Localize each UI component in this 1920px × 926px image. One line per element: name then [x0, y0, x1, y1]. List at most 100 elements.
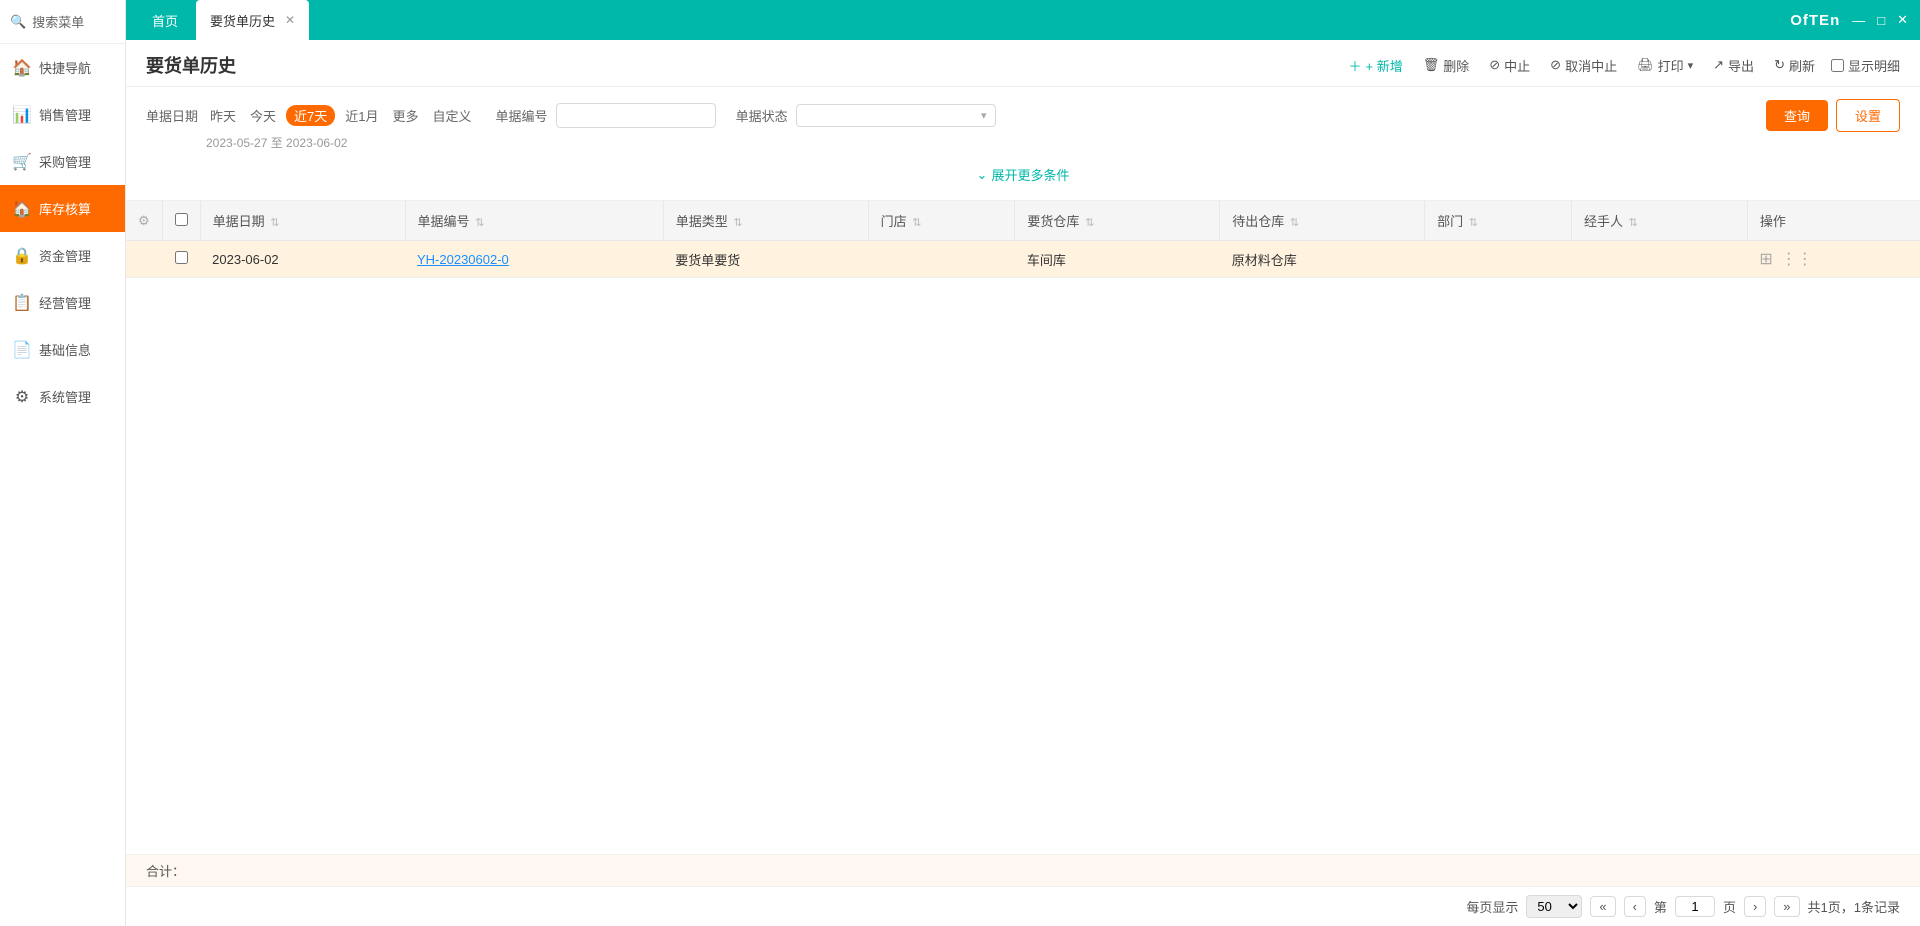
sort-pending-wh-icon[interactable]: ⇅ — [1290, 217, 1299, 229]
select-all-checkbox[interactable] — [175, 213, 188, 226]
docno-input[interactable] — [556, 103, 716, 128]
topbar: 首页 要货单历史 ✕ OfTEn — □ ✕ — [126, 0, 1920, 40]
row-req-warehouse: 车间库 — [1015, 241, 1220, 278]
expand-more-button[interactable]: ⌄ 展开更多条件 — [146, 161, 1900, 188]
table-row: 2023-06-02 YH-20230602-0 要货单要货 车间库 原材料仓库 — [126, 241, 1920, 278]
status-filter-group: 单据状态 ▾ — [736, 104, 996, 127]
ops-view-icon[interactable]: ⊞ — [1759, 249, 1772, 269]
total-info: 共1页，1条记录 — [1808, 897, 1900, 916]
sidebar-item-system[interactable]: ⚙ 系统管理 — [0, 373, 125, 420]
print-dropdown-icon: ▾ — [1688, 59, 1694, 72]
status-filter-label: 单据状态 — [736, 106, 788, 125]
prev-page-button[interactable]: ‹ — [1624, 896, 1646, 917]
chevron-down-icon: ⌄ — [977, 167, 988, 183]
col-handler: 经手人 ⇅ — [1571, 201, 1747, 241]
brand-label: OfTEn — [1790, 12, 1840, 29]
display-detail-toggle[interactable]: 显示明细 — [1831, 56, 1900, 75]
ops-more-icon[interactable]: ⋮⋮ — [1781, 249, 1813, 269]
cart-icon: 🛒 — [13, 153, 31, 171]
print-button[interactable]: 🖨 打印 ▾ — [1633, 54, 1697, 77]
shortcut-7days[interactable]: 近7天 — [286, 105, 335, 126]
tab-close-icon[interactable]: ✕ — [285, 13, 295, 27]
shortcut-more[interactable]: 更多 — [389, 105, 423, 126]
setting-button[interactable]: 设置 — [1836, 99, 1900, 132]
page-size-select[interactable]: 50 10 20 100 — [1526, 895, 1582, 918]
row-handler — [1571, 241, 1747, 278]
row-ops-cell: ⊞ ⋮⋮ — [1747, 241, 1920, 278]
page-suffix: 页 — [1723, 897, 1736, 916]
sort-date-icon[interactable]: ⇅ — [270, 217, 279, 229]
data-table: ⚙ 单据日期 ⇅ 单据编号 ⇅ 单据类型 — [126, 201, 1920, 278]
col-department: 部门 ⇅ — [1425, 201, 1572, 241]
main-area: 首页 要货单历史 ✕ OfTEn — □ ✕ 要货单历史 ＋ + 新增 🗑 — [126, 0, 1920, 926]
last-page-button[interactable]: » — [1774, 896, 1799, 917]
sort-req-wh-icon[interactable]: ⇅ — [1085, 217, 1094, 229]
topbar-right: OfTEn — □ ✕ — [1790, 12, 1908, 29]
minimize-icon[interactable]: — — [1852, 13, 1865, 28]
sort-store-icon[interactable]: ⇅ — [912, 217, 921, 229]
sidebar: 🔍 搜索菜单 🏠 快捷导航 📊 销售管理 🛒 采购管理 🏠 库存核算 🔒 资金管… — [0, 0, 126, 926]
date-range-display: 2023-05-27 至 2023-06-02 — [206, 134, 1900, 151]
refresh-button[interactable]: ↻ 刷新 — [1770, 54, 1819, 77]
sidebar-item-finance[interactable]: 🔒 资金管理 — [0, 232, 125, 279]
shortcut-custom[interactable]: 自定义 — [429, 105, 476, 126]
col-store: 门店 ⇅ — [868, 201, 1015, 241]
col-req-warehouse: 要货仓库 ⇅ — [1015, 201, 1220, 241]
sidebar-item-sales[interactable]: 📊 销售管理 — [0, 91, 125, 138]
sort-docno-icon[interactable]: ⇅ — [475, 217, 484, 229]
row-docno: YH-20230602-0 — [405, 241, 663, 278]
close-window-icon[interactable]: ✕ — [1897, 12, 1908, 28]
shortcut-today[interactable]: 今天 — [246, 105, 280, 126]
tab-home[interactable]: 首页 — [138, 0, 192, 40]
sidebar-item-operation[interactable]: 📋 经营管理 — [0, 279, 125, 326]
sort-dept-icon[interactable]: ⇅ — [1469, 217, 1478, 229]
col-settings[interactable]: ⚙ — [126, 201, 162, 241]
sidebar-search-label: 搜索菜单 — [32, 12, 84, 31]
page-title: 要货单历史 — [146, 52, 236, 78]
doc-icon: 📄 — [13, 341, 31, 359]
maximize-icon[interactable]: □ — [1877, 13, 1885, 28]
row-docno-link[interactable]: YH-20230602-0 — [417, 252, 509, 267]
shortcut-1month[interactable]: 近1月 — [341, 105, 382, 126]
sidebar-search[interactable]: 🔍 搜索菜单 — [0, 0, 125, 44]
cancel-stop-icon: ⊘ — [1550, 57, 1561, 73]
sidebar-item-label: 库存核算 — [39, 199, 91, 218]
sidebar-item-quick-nav[interactable]: 🏠 快捷导航 — [0, 44, 125, 91]
chart-icon: 📊 — [13, 106, 31, 124]
date-shortcuts: 昨天 今天 近7天 近1月 更多 自定义 — [206, 105, 476, 126]
row-department — [1425, 241, 1572, 278]
sort-doctype-icon[interactable]: ⇅ — [733, 217, 742, 229]
table-footer: 合计： — [126, 854, 1920, 886]
first-page-button[interactable]: « — [1590, 896, 1615, 917]
stop-button[interactable]: ⊘ 中止 — [1485, 54, 1534, 77]
stop-icon: ⊘ — [1489, 57, 1500, 73]
page-header: 要货单历史 ＋ + 新增 🗑 删除 ⊘ 中止 ⊘ 取消中止 — [126, 40, 1920, 87]
col-date: 单据日期 ⇅ — [200, 201, 405, 241]
query-button[interactable]: 查询 — [1766, 100, 1828, 131]
tab-requisition-history[interactable]: 要货单历史 ✕ — [196, 0, 309, 40]
add-icon: ＋ — [1348, 56, 1361, 75]
col-pending-warehouse: 待出仓库 ⇅ — [1220, 201, 1425, 241]
delete-button[interactable]: 🗑 删除 — [1419, 54, 1474, 77]
clipboard-icon: 📋 — [13, 294, 31, 312]
page-input[interactable] — [1675, 896, 1715, 917]
col-checkbox — [162, 201, 200, 241]
cancel-stop-button[interactable]: ⊘ 取消中止 — [1546, 54, 1621, 77]
sidebar-item-inventory[interactable]: 🏠 库存核算 — [0, 185, 125, 232]
sidebar-item-purchase[interactable]: 🛒 采购管理 — [0, 138, 125, 185]
status-dropdown-icon: ▾ — [981, 109, 987, 122]
date-filter-label: 单据日期 — [146, 106, 198, 125]
export-button[interactable]: ↗ 导出 — [1709, 54, 1758, 77]
status-select[interactable]: ▾ — [796, 104, 996, 127]
shortcut-yesterday[interactable]: 昨天 — [206, 105, 240, 126]
row-store — [868, 241, 1015, 278]
print-icon: 🖨 — [1637, 57, 1654, 73]
inventory-icon: 🏠 — [13, 200, 31, 218]
sort-handler-icon[interactable]: ⇅ — [1629, 217, 1638, 229]
next-page-button[interactable]: › — [1744, 896, 1766, 917]
row-checkbox[interactable] — [175, 251, 188, 264]
add-button[interactable]: ＋ + 新增 — [1344, 54, 1406, 77]
display-detail-checkbox[interactable] — [1831, 59, 1844, 72]
home-icon: 🏠 — [13, 59, 31, 77]
sidebar-item-basic[interactable]: 📄 基础信息 — [0, 326, 125, 373]
